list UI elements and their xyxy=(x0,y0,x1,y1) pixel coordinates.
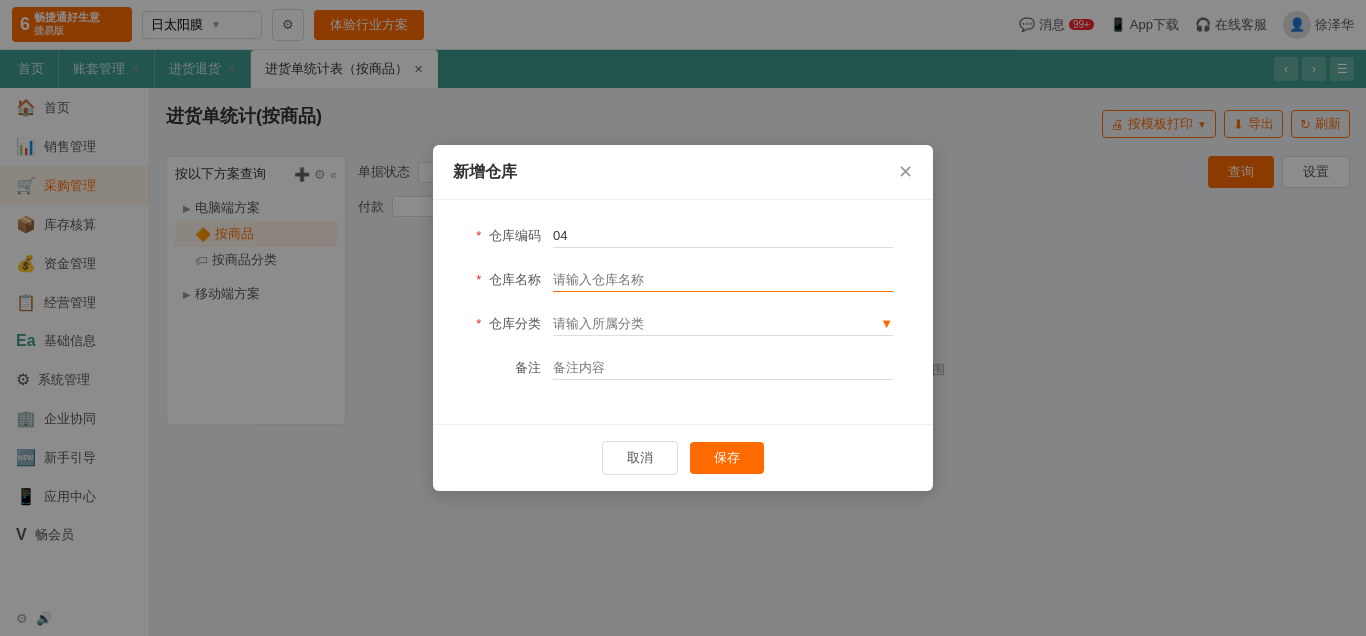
category-select-wrapper[interactable]: ▼ xyxy=(553,312,893,336)
form-row-name: * 仓库名称 xyxy=(473,268,893,292)
modal-body: * 仓库编码 * 仓库名称 * 仓库分类 xyxy=(433,200,933,424)
modal-title: 新增仓库 xyxy=(453,162,517,183)
category-label: * 仓库分类 xyxy=(473,315,553,333)
category-arrow-icon: ▼ xyxy=(880,316,893,331)
modal-overlay: 新增仓库 ✕ * 仓库编码 * 仓库名称 xyxy=(0,0,1366,636)
note-label: 备注 xyxy=(473,359,553,377)
modal-footer: 取消 保存 xyxy=(433,424,933,491)
cancel-button[interactable]: 取消 xyxy=(602,441,678,475)
modal-close-button[interactable]: ✕ xyxy=(898,161,913,183)
name-label: * 仓库名称 xyxy=(473,271,553,289)
form-row-note: 备注 xyxy=(473,356,893,380)
note-input[interactable] xyxy=(553,356,893,380)
category-input[interactable] xyxy=(553,316,880,331)
save-button[interactable]: 保存 xyxy=(690,442,764,474)
form-row-category: * 仓库分类 ▼ xyxy=(473,312,893,336)
code-label: * 仓库编码 xyxy=(473,227,553,245)
code-input[interactable] xyxy=(553,224,893,248)
modal-header: 新增仓库 ✕ xyxy=(433,145,933,200)
modal-add-warehouse: 新增仓库 ✕ * 仓库编码 * 仓库名称 xyxy=(433,145,933,491)
name-input[interactable] xyxy=(553,268,893,292)
form-row-code: * 仓库编码 xyxy=(473,224,893,248)
